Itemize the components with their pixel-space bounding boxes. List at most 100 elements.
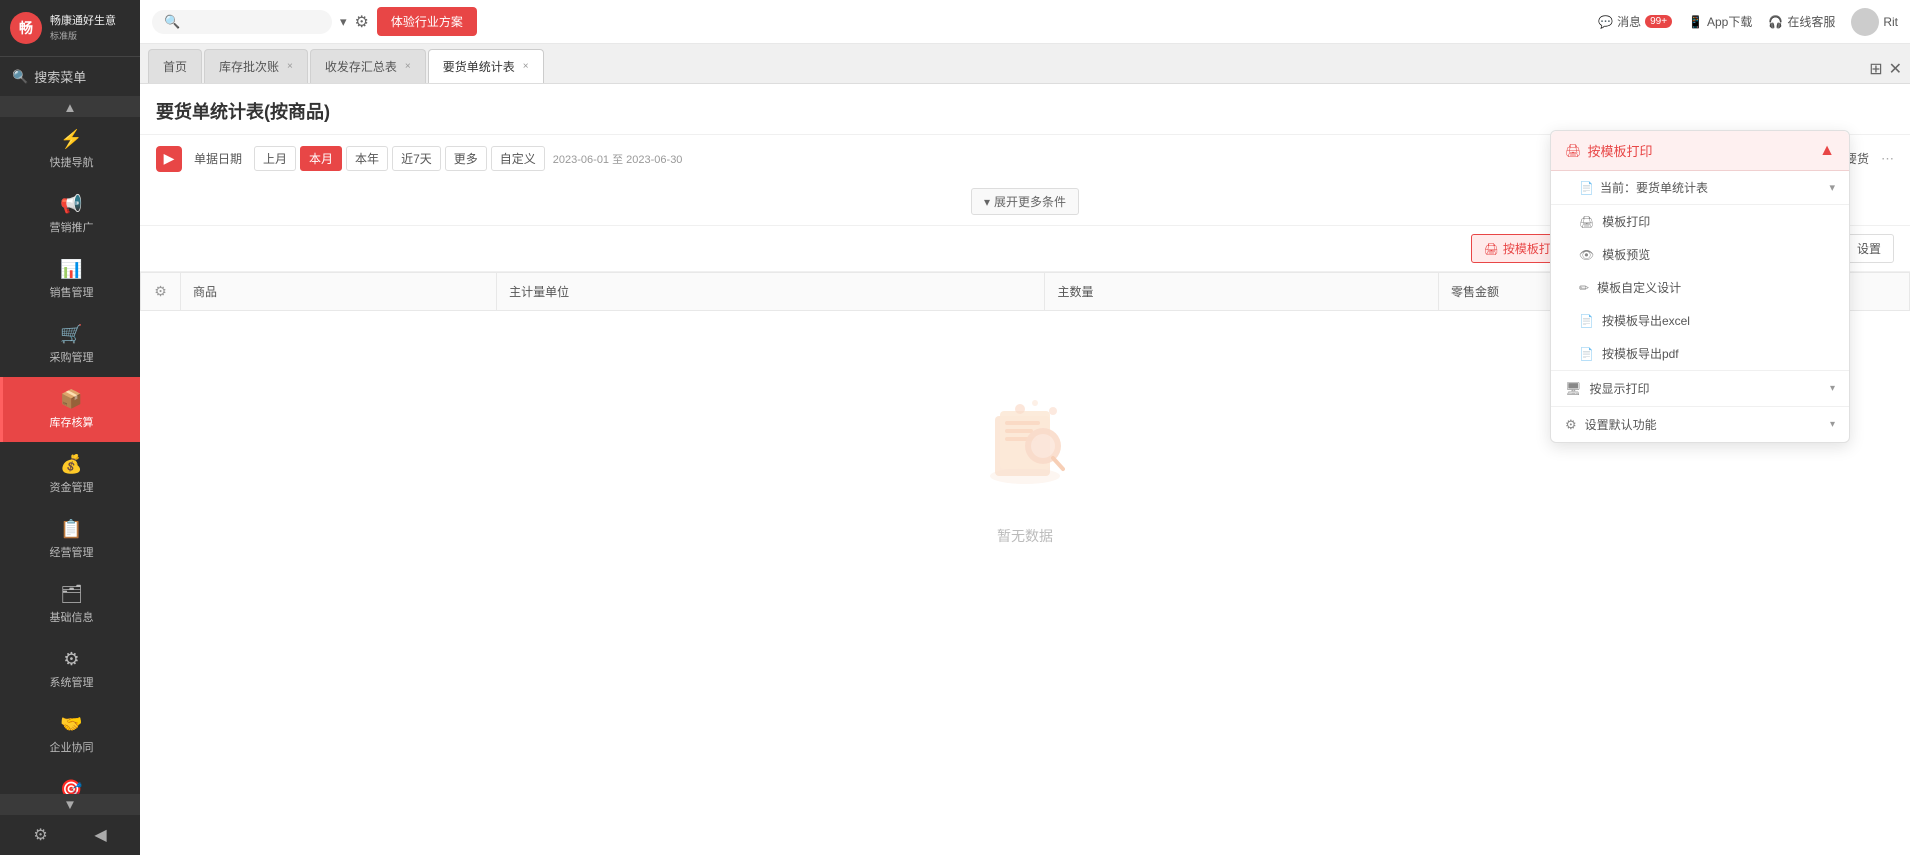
operations-icon: 📋	[60, 519, 82, 540]
empty-illustration	[965, 391, 1085, 510]
print-dropdown-close-btn[interactable]: ▲	[1819, 142, 1835, 160]
template-print-label: 模板打印	[1602, 213, 1650, 230]
settings-icon[interactable]: ⚙	[33, 825, 47, 845]
template-design-label: 模板自定义设计	[1597, 279, 1681, 296]
col-product: 商品	[181, 273, 497, 311]
template-preview-label: 模板预览	[1602, 246, 1650, 263]
sidebar-item-system[interactable]: ⚙ 系统管理	[0, 637, 140, 702]
sidebar-item-label: 采购管理	[50, 349, 94, 365]
current-template-label: 当前：要货单统计表	[1600, 179, 1708, 196]
display-print-item[interactable]: 🖥 按显示打印 ▾	[1551, 371, 1849, 406]
template-preview-item[interactable]: 👁 模板预览	[1551, 238, 1849, 271]
tab-collection-summary[interactable]: 收发存汇总表 ×	[310, 49, 426, 83]
col-settings[interactable]: ⚙	[141, 273, 181, 311]
empty-svg	[965, 391, 1085, 491]
date-btn-this-year[interactable]: 本年	[346, 146, 388, 171]
sidebar-item-inventory[interactable]: 📦 库存核算	[0, 377, 140, 442]
print-dropdown-header: 🖨 按模板打印 ▲	[1551, 131, 1849, 171]
sidebar-item-marketing[interactable]: 📢 营销推广	[0, 182, 140, 247]
app-download-label: App下载	[1707, 13, 1752, 30]
message-btn[interactable]: 💬 消息 99+	[1598, 13, 1672, 30]
app-download-btn[interactable]: 📱 App下载	[1688, 13, 1752, 30]
default-func-icon: ⚙	[1565, 417, 1577, 433]
tab-order-stats[interactable]: 要货单统计表 ×	[428, 49, 544, 83]
tab-close-all-icon[interactable]: ✕	[1889, 59, 1902, 79]
sidebar-item-basic[interactable]: 🗂 基础信息	[0, 572, 140, 637]
quick-nav-icon: ⚡	[60, 129, 82, 150]
topbar: 🔍 ▾ ⚙ 体验行业方案 💬 消息 99+ 📱 App下载 🎧 在线客服 Rit	[140, 0, 1910, 44]
export-excel-item[interactable]: 📄 按模板导出excel	[1551, 304, 1849, 337]
tab-order-stats-label: 要货单统计表	[443, 58, 515, 75]
filter-expand-icon[interactable]: ▶	[156, 146, 182, 172]
sidebar-item-label: 基础信息	[50, 609, 94, 625]
sidebar-item-sales[interactable]: 📊 销售管理	[0, 247, 140, 312]
table-settings-icon[interactable]: ⚙	[154, 283, 167, 299]
current-template-icon: 📄	[1579, 181, 1594, 195]
date-btn-7days[interactable]: 近7天	[392, 146, 441, 171]
date-filter-label: 单据日期	[194, 150, 242, 167]
search-input[interactable]	[186, 15, 306, 29]
sidebar-item-quick-nav[interactable]: ⚡ 快捷导航	[0, 117, 140, 182]
topbar-dropdown-icon[interactable]: ▾	[340, 14, 347, 30]
app-name: 畅康通好生意	[50, 14, 116, 29]
industry-btn[interactable]: 体验行业方案	[377, 7, 477, 36]
tab-expand-icon[interactable]: ⊞	[1869, 59, 1882, 79]
tab-inventory-batch-close[interactable]: ×	[287, 61, 293, 72]
display-print-label: 按显示打印	[1590, 380, 1650, 397]
tab-inventory-batch[interactable]: 库存批次账 ×	[204, 49, 308, 83]
sidebar-nav: ⚡ 快捷导航 📢 营销推广 📊 销售管理 🛒 采购管理 📦 库存核算 💰 资金管…	[0, 117, 140, 794]
tab-home[interactable]: 首页	[148, 49, 202, 83]
tab-order-stats-close[interactable]: ×	[523, 61, 529, 72]
online-service-btn[interactable]: 🎧 在线客服	[1768, 13, 1835, 30]
inventory-icon: 📦	[60, 389, 82, 410]
settings-btn[interactable]: 设置	[1844, 234, 1894, 263]
display-print-icon: 🖥	[1565, 381, 1582, 397]
message-icon: 💬	[1598, 15, 1613, 29]
template-options-section: 🖨 模板打印 👁 模板预览 ✏ 模板自定义设计 📄 按模板导出excel 📄 按…	[1551, 205, 1849, 371]
topbar-search-box[interactable]: 🔍	[152, 10, 332, 34]
sidebar-item-operations[interactable]: 📋 经营管理	[0, 507, 140, 572]
topbar-right: 💬 消息 99+ 📱 App下载 🎧 在线客服 Rit	[1598, 8, 1898, 36]
date-btn-more[interactable]: 更多	[445, 146, 487, 171]
export-pdf-item[interactable]: 📄 按模板导出pdf	[1551, 337, 1849, 370]
app-badge: 标准版	[50, 29, 116, 42]
tab-collection-summary-label: 收发存汇总表	[325, 58, 397, 75]
empty-text: 暂无数据	[997, 526, 1053, 546]
scroll-up-btn[interactable]: ▲	[0, 97, 140, 117]
app-download-icon: 📱	[1688, 15, 1703, 29]
date-range-display: 2023-06-01 至 2023-06-30	[553, 151, 683, 167]
marketing-icon: 📢	[60, 194, 82, 215]
date-btn-custom[interactable]: 自定义	[491, 146, 545, 171]
print-dropdown: 🖨 按模板打印 ▲ 📄 当前：要货单统计表 ▾ 🖨 模板打印 👁 模板预览 ✏ …	[1550, 130, 1850, 443]
search-menu[interactable]: 🔍 搜索菜单	[0, 57, 140, 97]
sidebar: 畅 畅康通好生意 标准版 🔍 搜索菜单 ▲ ⚡ 快捷导航 📢 营销推广 📊 销售…	[0, 0, 140, 855]
purchase-icon: 🛒	[60, 324, 82, 345]
template-print-icon: 🖨	[1579, 215, 1594, 229]
page-title: 要货单统计表(按商品)	[156, 98, 1894, 124]
sidebar-item-label: 企业协同	[50, 739, 94, 755]
collapse-icon[interactable]: ◀	[94, 825, 106, 845]
date-btn-this-month[interactable]: 本月	[300, 146, 342, 171]
print-dropdown-title-text: 按模板打印	[1588, 141, 1653, 160]
username: Rit	[1883, 15, 1898, 29]
scroll-down-btn[interactable]: ▼	[0, 794, 140, 814]
template-print-item[interactable]: 🖨 模板打印	[1551, 205, 1849, 238]
sidebar-item-cooperation[interactable]: 🤝 企业协同	[0, 702, 140, 767]
cooperation-icon: 🤝	[60, 714, 82, 735]
printer-icon: 🖨	[1484, 242, 1499, 256]
expand-more-btn[interactable]: ▾ 展开更多条件	[971, 188, 1079, 215]
online-service-label: 在线客服	[1787, 13, 1835, 30]
sidebar-item-finance[interactable]: 💰 资金管理	[0, 442, 140, 507]
date-btn-last-month[interactable]: 上月	[254, 146, 296, 171]
template-design-item[interactable]: ✏ 模板自定义设计	[1551, 271, 1849, 304]
user-avatar-area[interactable]: Rit	[1851, 8, 1898, 36]
export-excel-label: 按模板导出excel	[1602, 312, 1690, 329]
sidebar-item-newbie[interactable]: 🎯 新手引导	[0, 767, 140, 794]
tab-collection-summary-close[interactable]: ×	[405, 61, 411, 72]
current-template-item[interactable]: 📄 当前：要货单统计表 ▾	[1551, 171, 1849, 204]
newbie-icon: 🎯	[60, 779, 82, 794]
topbar-gear-icon[interactable]: ⚙	[355, 12, 369, 32]
finance-icon: 💰	[60, 454, 82, 475]
sidebar-item-purchase[interactable]: 🛒 采购管理	[0, 312, 140, 377]
default-func-item[interactable]: ⚙ 设置默认功能 ▾	[1551, 407, 1849, 442]
